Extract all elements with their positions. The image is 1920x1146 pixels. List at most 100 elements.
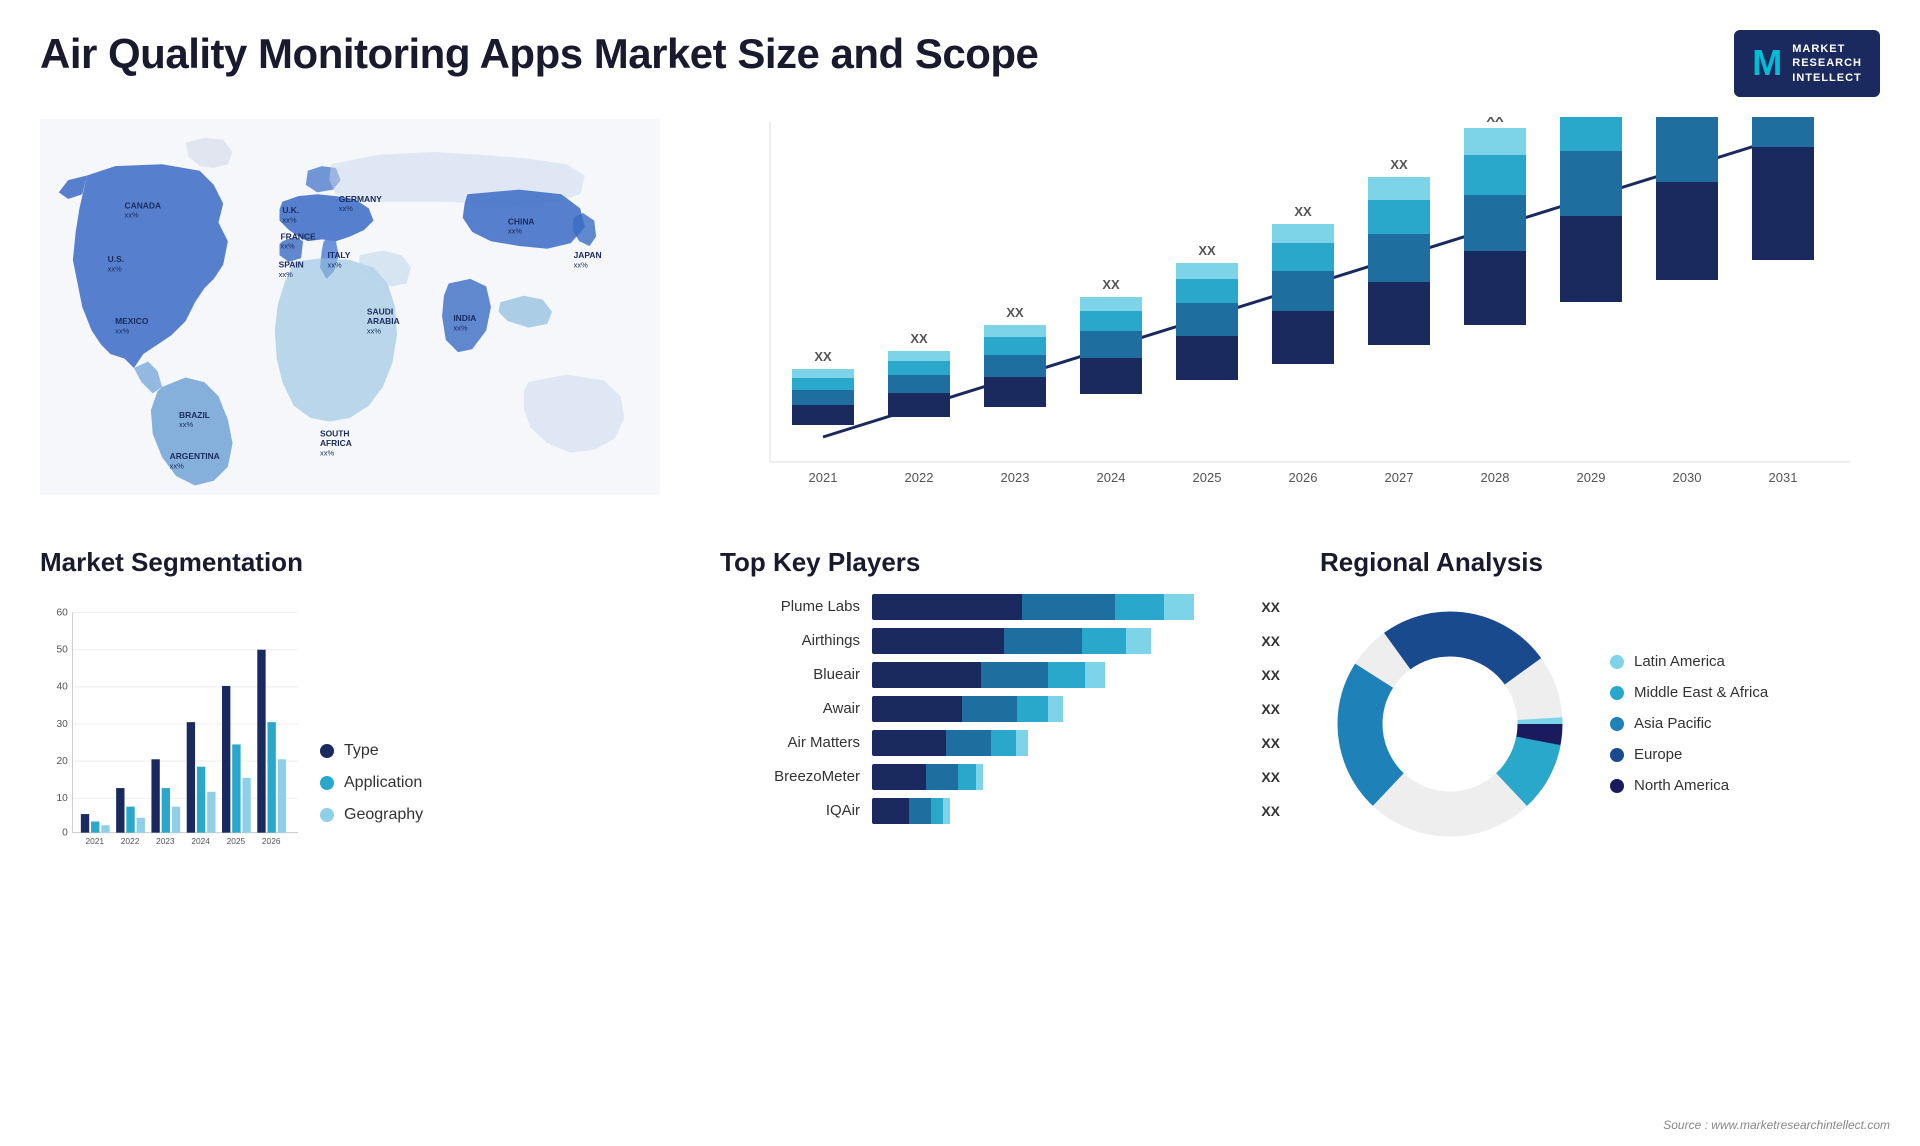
svg-text:AFRICA: AFRICA xyxy=(320,438,352,448)
svg-text:XX: XX xyxy=(814,349,832,364)
source-text: Source : www.marketresearchintellect.com xyxy=(1663,1118,1890,1132)
svg-text:2025: 2025 xyxy=(1193,470,1222,485)
svg-text:2022: 2022 xyxy=(121,836,140,846)
svg-text:40: 40 xyxy=(56,682,68,693)
regional-section: Regional Analysis xyxy=(1300,527,1900,1087)
reg-legend-europe: Europe xyxy=(1610,746,1768,763)
svg-text:2024: 2024 xyxy=(1097,470,1126,485)
map-label-us: U.S. xyxy=(108,254,124,264)
svg-text:XX: XX xyxy=(1198,243,1216,258)
svg-text:2026: 2026 xyxy=(262,836,281,846)
segmentation-chart: 60 50 40 30 20 10 0 xyxy=(40,594,300,854)
svg-text:2029: 2029 xyxy=(1577,470,1606,485)
svg-text:ARABIA: ARABIA xyxy=(367,316,400,326)
svg-text:2021: 2021 xyxy=(809,470,838,485)
player-row: Airthings XX xyxy=(720,628,1280,654)
svg-text:XX: XX xyxy=(1006,305,1024,320)
legend-dot-application xyxy=(320,776,334,790)
seg-legend: Type Application Geography xyxy=(320,742,423,854)
legend-type: Type xyxy=(320,742,423,760)
player-row: BreezoMeter XX xyxy=(720,764,1280,790)
bar-chart-section: XX 2021 XX 2022 XX 2023 XX 2024 xyxy=(680,107,1900,527)
map-label-spain: SPAIN xyxy=(279,259,304,269)
main-content: CANADA xx% U.S. xx% MEXICO xx% BRAZIL xx… xyxy=(0,107,1920,1087)
player-bar-plume xyxy=(872,594,1241,620)
players-section: Top Key Players Plume Labs XX Airthings xyxy=(680,527,1300,1087)
map-label-india: INDIA xyxy=(453,313,476,323)
world-map: CANADA xx% U.S. xx% MEXICO xx% BRAZIL xx… xyxy=(40,117,660,497)
svg-text:xx%: xx% xyxy=(282,215,297,224)
source-container: Source : www.marketresearchintellect.com xyxy=(1663,1116,1890,1134)
svg-text:2022: 2022 xyxy=(905,470,934,485)
player-bar-blueair xyxy=(872,662,1241,688)
player-bar-iqair xyxy=(872,798,1241,824)
svg-text:XX: XX xyxy=(1390,157,1408,172)
svg-text:XX: XX xyxy=(1294,204,1312,219)
svg-text:XX: XX xyxy=(1102,277,1120,292)
svg-text:10: 10 xyxy=(56,793,68,804)
svg-text:xx%: xx% xyxy=(367,326,382,335)
players-title: Top Key Players xyxy=(720,547,1280,578)
svg-text:2023: 2023 xyxy=(1001,470,1030,485)
reg-legend-mea: Middle East & Africa xyxy=(1610,684,1768,701)
player-bar-breezometer xyxy=(872,764,1241,790)
svg-text:xx%: xx% xyxy=(115,326,130,335)
regional-content: Latin America Middle East & Africa Asia … xyxy=(1320,594,1870,854)
legend-geography: Geography xyxy=(320,806,423,824)
player-row: IQAir XX xyxy=(720,798,1280,824)
reg-legend-latin: Latin America xyxy=(1610,653,1768,670)
seg-chart-wrapper: 60 50 40 30 20 10 0 xyxy=(40,594,660,854)
legend-dot-type xyxy=(320,744,334,758)
header: Air Quality Monitoring Apps Market Size … xyxy=(0,0,1920,107)
svg-text:xx%: xx% xyxy=(125,211,140,220)
svg-text:xx%: xx% xyxy=(327,260,342,269)
map-label-germany: GERMANY xyxy=(339,194,382,204)
growth-chart: XX 2021 XX 2022 XX 2023 XX 2024 xyxy=(700,117,1870,517)
regional-title: Regional Analysis xyxy=(1320,547,1870,578)
segmentation-section: Market Segmentation 60 50 40 30 20 10 0 xyxy=(20,527,680,1087)
svg-text:2031: 2031 xyxy=(1769,470,1798,485)
map-section: CANADA xx% U.S. xx% MEXICO xx% BRAZIL xx… xyxy=(20,107,680,527)
map-label-italy: ITALY xyxy=(327,250,350,260)
svg-text:2021: 2021 xyxy=(86,836,105,846)
svg-text:xx%: xx% xyxy=(320,448,335,457)
svg-text:xx%: xx% xyxy=(574,260,589,269)
regional-legend: Latin America Middle East & Africa Asia … xyxy=(1610,653,1768,794)
svg-text:xx%: xx% xyxy=(279,270,294,279)
player-row: Air Matters XX xyxy=(720,730,1280,756)
svg-text:20: 20 xyxy=(56,756,68,767)
map-label-argentina: ARGENTINA xyxy=(170,451,220,461)
svg-text:xx%: xx% xyxy=(280,242,295,251)
svg-text:2024: 2024 xyxy=(191,836,210,846)
player-row: Plume Labs XX xyxy=(720,594,1280,620)
svg-text:xx%: xx% xyxy=(508,227,522,236)
map-label-japan: JAPAN xyxy=(574,250,602,260)
map-label-uk: U.K. xyxy=(282,205,299,215)
svg-text:2027: 2027 xyxy=(1385,470,1414,485)
svg-text:2023: 2023 xyxy=(156,836,175,846)
page-title: Air Quality Monitoring Apps Market Size … xyxy=(40,30,1038,78)
player-bar-airthings xyxy=(872,628,1241,654)
svg-text:xx%: xx% xyxy=(339,204,354,213)
map-label-france: FRANCE xyxy=(280,231,316,241)
legend-application: Application xyxy=(320,774,423,792)
player-bar-awair xyxy=(872,696,1241,722)
svg-text:2026: 2026 xyxy=(1289,470,1318,485)
player-row: Blueair XX xyxy=(720,662,1280,688)
legend-dot-geography xyxy=(320,808,334,822)
segmentation-title: Market Segmentation xyxy=(40,547,660,578)
players-list: Plume Labs XX Airthings xyxy=(720,594,1280,824)
donut-chart xyxy=(1320,594,1580,854)
svg-text:2025: 2025 xyxy=(227,836,246,846)
svg-text:xx%: xx% xyxy=(179,420,194,429)
svg-text:xx%: xx% xyxy=(453,323,468,332)
logo: M MARKET RESEARCH INTELLECT xyxy=(1734,30,1880,97)
player-bar-airmatters xyxy=(872,730,1241,756)
map-label-mexico: MEXICO xyxy=(115,316,149,326)
map-label-canada: CANADA xyxy=(125,200,162,210)
logo-text: MARKET RESEARCH INTELLECT xyxy=(1792,42,1862,85)
svg-text:2030: 2030 xyxy=(1673,470,1702,485)
svg-text:2028: 2028 xyxy=(1481,470,1510,485)
svg-text:30: 30 xyxy=(56,719,68,730)
svg-text:XX: XX xyxy=(910,331,928,346)
